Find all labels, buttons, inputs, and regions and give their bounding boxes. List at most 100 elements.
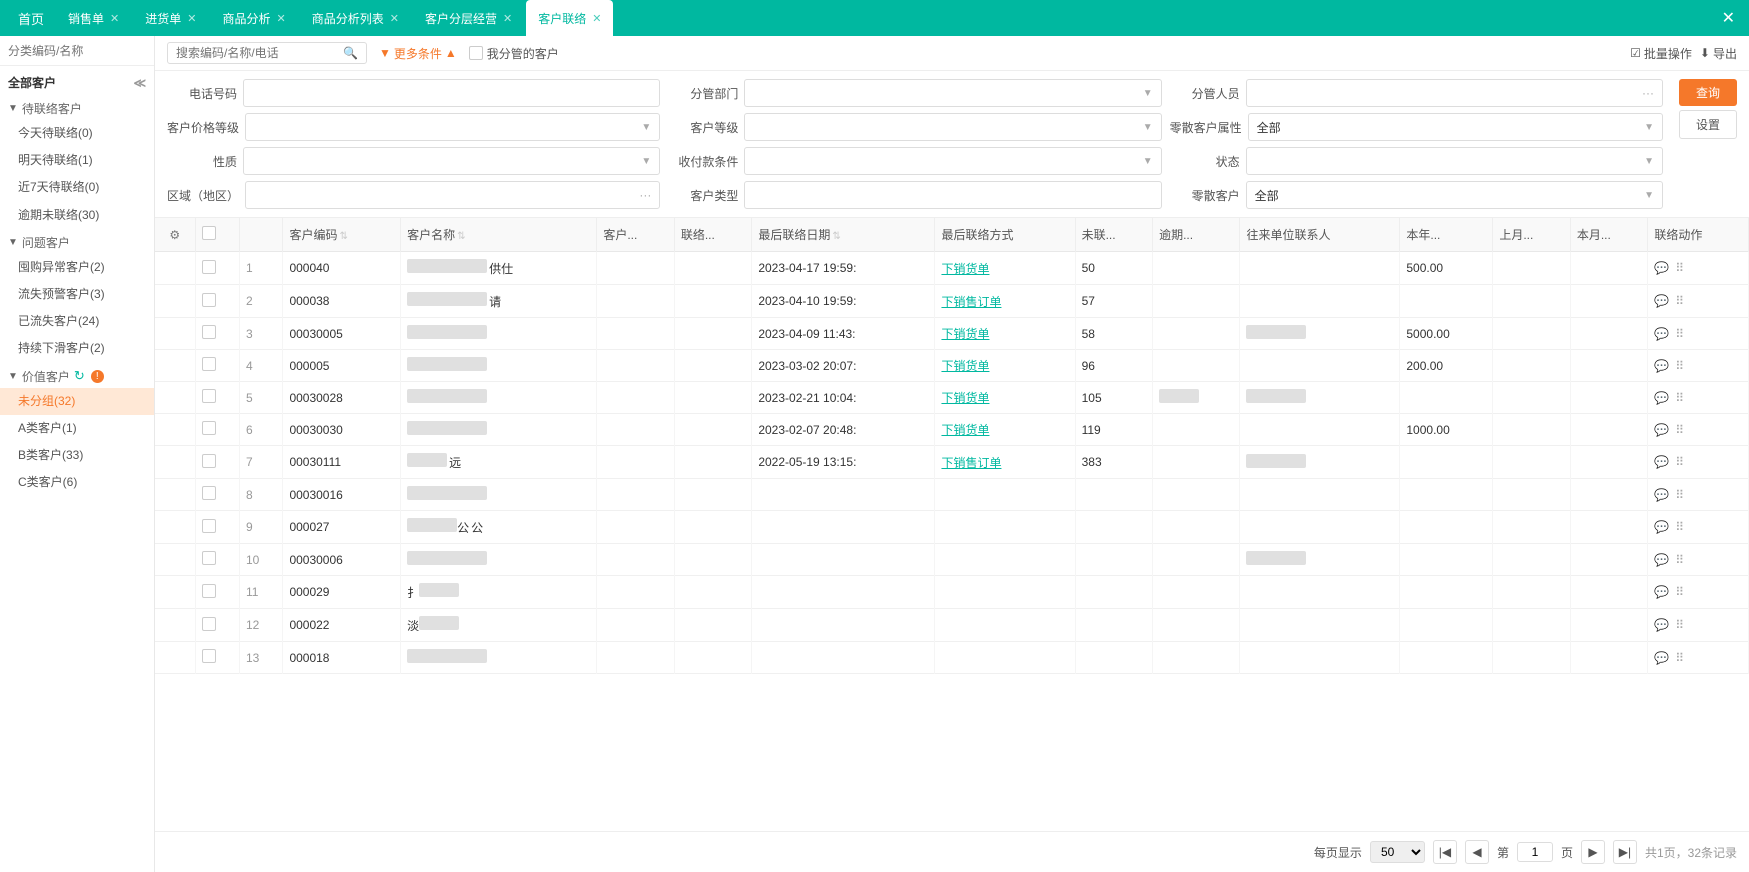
action-message-icon[interactable]: 💬 <box>1654 585 1669 599</box>
th-settings[interactable]: ⚙ <box>155 218 195 252</box>
td-select[interactable] <box>195 318 240 350</box>
sidebar-item-overdue[interactable]: 逾期未联络(30) <box>0 202 154 229</box>
prev-page-button[interactable]: ◀ <box>1465 840 1489 864</box>
td-select[interactable] <box>195 414 240 446</box>
tab-product-analysis[interactable]: 商品分析 ✕ <box>210 0 297 36</box>
adv-input-region[interactable]: ··· <box>245 181 660 209</box>
window-close-button[interactable]: ✕ <box>1716 8 1741 28</box>
adv-input-manager[interactable]: ··· <box>1246 79 1663 107</box>
td-select[interactable] <box>195 544 240 576</box>
tab-sales-close[interactable]: ✕ <box>110 12 119 25</box>
sidebar-item-tomorrow-pending[interactable]: 明天待联络(1) <box>0 147 154 174</box>
sidebar-all-customers-header[interactable]: 全部客户 ≪ <box>0 66 154 95</box>
sidebar-item-churned[interactable]: 已流失客户(24) <box>0 308 154 335</box>
query-button[interactable]: 查询 <box>1679 79 1737 106</box>
action-grid-icon[interactable]: ⠿ <box>1675 359 1684 373</box>
action-message-icon[interactable]: 💬 <box>1654 359 1669 373</box>
tab-purchase-close[interactable]: ✕ <box>187 12 196 25</box>
action-message-icon[interactable]: 💬 <box>1654 261 1669 275</box>
export-button[interactable]: ⬇ 导出 <box>1700 45 1737 62</box>
sidebar-item-class-a[interactable]: A类客户(1) <box>0 415 154 442</box>
sidebar-item-week-pending[interactable]: 近7天待联络(0) <box>0 174 154 201</box>
adv-input-phone[interactable] <box>243 79 660 107</box>
adv-select-customer-tier[interactable]: ▼ <box>744 113 1161 141</box>
sidebar-item-churn-warning[interactable]: 流失预警客户(3) <box>0 281 154 308</box>
th-customer-name[interactable]: 客户名称⇅ <box>401 218 597 252</box>
tab-sales[interactable]: 销售单 ✕ <box>56 0 131 36</box>
sidebar-item-class-c[interactable]: C类客户(6) <box>0 469 154 496</box>
sidebar-item-unclassified[interactable]: 未分组(32) <box>0 388 154 415</box>
adv-select-retail-customer[interactable]: 全部▼ <box>1246 181 1663 209</box>
td-select[interactable] <box>195 479 240 511</box>
tab-customer-contact-close[interactable]: ✕ <box>592 12 601 25</box>
action-grid-icon[interactable]: ⠿ <box>1675 455 1684 469</box>
sidebar-problem-group[interactable]: ▼ 问题客户 <box>0 229 154 254</box>
action-message-icon[interactable]: 💬 <box>1654 327 1669 341</box>
sidebar-item-class-b[interactable]: B类客户(33) <box>0 442 154 469</box>
my-customer-checkbox[interactable]: 我分管的客户 <box>469 45 559 62</box>
tab-customer-tiering-close[interactable]: ✕ <box>503 12 512 25</box>
sidebar-search-input[interactable] <box>8 44 155 58</box>
filter-search-input[interactable] <box>176 46 343 60</box>
tab-purchase[interactable]: 进货单 ✕ <box>133 0 208 36</box>
sidebar-pending-group[interactable]: ▼ 待联络客户 <box>0 95 154 120</box>
td-select[interactable] <box>195 285 240 318</box>
action-grid-icon[interactable]: ⠿ <box>1675 423 1684 437</box>
action-grid-icon[interactable]: ⠿ <box>1675 391 1684 405</box>
sidebar-item-today-pending[interactable]: 今天待联络(0) <box>0 120 154 147</box>
adv-input-customer-type[interactable] <box>744 181 1161 209</box>
td-select[interactable] <box>195 642 240 674</box>
adv-select-payment[interactable]: ▼ <box>744 147 1161 175</box>
select-all-checkbox[interactable] <box>202 226 216 240</box>
th-last-contact-date[interactable]: 最后联络日期⇅ <box>752 218 935 252</box>
action-grid-icon[interactable]: ⠿ <box>1675 553 1684 567</box>
adv-select-nature[interactable]: ▼ <box>243 147 660 175</box>
action-grid-icon[interactable]: ⠿ <box>1675 294 1684 308</box>
settings-gear-icon[interactable]: ⚙ <box>169 228 180 242</box>
tab-customer-contact[interactable]: 客户联络 ✕ <box>526 0 613 36</box>
action-message-icon[interactable]: 💬 <box>1654 651 1669 665</box>
filter-more-conditions[interactable]: ▼ 更多条件 ▲ <box>379 45 457 62</box>
my-customer-check[interactable] <box>469 46 483 60</box>
td-select[interactable] <box>195 576 240 609</box>
action-message-icon[interactable]: 💬 <box>1654 520 1669 534</box>
action-message-icon[interactable]: 💬 <box>1654 294 1669 308</box>
td-select[interactable] <box>195 252 240 285</box>
action-message-icon[interactable]: 💬 <box>1654 391 1669 405</box>
filter-search-icon[interactable]: 🔍 <box>343 46 358 60</box>
sidebar-item-hoarding-abnormal[interactable]: 囤购异常客户(2) <box>0 254 154 281</box>
per-page-select[interactable]: 50 100 200 <box>1370 841 1425 863</box>
action-grid-icon[interactable]: ⠿ <box>1675 488 1684 502</box>
action-message-icon[interactable]: 💬 <box>1654 423 1669 437</box>
action-grid-icon[interactable]: ⠿ <box>1675 261 1684 275</box>
adv-select-status[interactable]: ▼ <box>1246 147 1663 175</box>
adv-select-retail-attr[interactable]: 全部▼ <box>1248 113 1663 141</box>
action-message-icon[interactable]: 💬 <box>1654 618 1669 632</box>
action-message-icon[interactable]: 💬 <box>1654 488 1669 502</box>
adv-select-dept[interactable]: ▼ <box>744 79 1161 107</box>
action-grid-icon[interactable]: ⠿ <box>1675 651 1684 665</box>
batch-op-button[interactable]: ☑ 批量操作 <box>1630 45 1692 62</box>
tab-product-analysis-list[interactable]: 商品分析列表 ✕ <box>300 0 411 36</box>
action-message-icon[interactable]: 💬 <box>1654 553 1669 567</box>
current-page-input[interactable] <box>1517 842 1553 862</box>
next-page-button[interactable]: ▶ <box>1581 840 1605 864</box>
tab-customer-tiering[interactable]: 客户分层经营 ✕ <box>413 0 524 36</box>
action-grid-icon[interactable]: ⠿ <box>1675 520 1684 534</box>
last-page-button[interactable]: ▶| <box>1613 840 1637 864</box>
action-grid-icon[interactable]: ⠿ <box>1675 585 1684 599</box>
value-refresh-icon[interactable]: ↻ <box>74 368 85 384</box>
action-grid-icon[interactable]: ⠿ <box>1675 327 1684 341</box>
action-message-icon[interactable]: 💬 <box>1654 455 1669 469</box>
td-select[interactable] <box>195 382 240 414</box>
td-select[interactable] <box>195 609 240 642</box>
td-select[interactable] <box>195 446 240 479</box>
action-grid-icon[interactable]: ⠿ <box>1675 618 1684 632</box>
td-select[interactable] <box>195 511 240 544</box>
sidebar-collapse-icon[interactable]: ≪ <box>133 76 146 90</box>
first-page-button[interactable]: |◀ <box>1433 840 1457 864</box>
th-customer-code[interactable]: 客户编码⇅ <box>283 218 401 252</box>
adv-select-price-tier[interactable]: ▼ <box>245 113 660 141</box>
tab-product-analysis-close[interactable]: ✕ <box>277 12 286 25</box>
tab-product-analysis-list-close[interactable]: ✕ <box>390 12 399 25</box>
